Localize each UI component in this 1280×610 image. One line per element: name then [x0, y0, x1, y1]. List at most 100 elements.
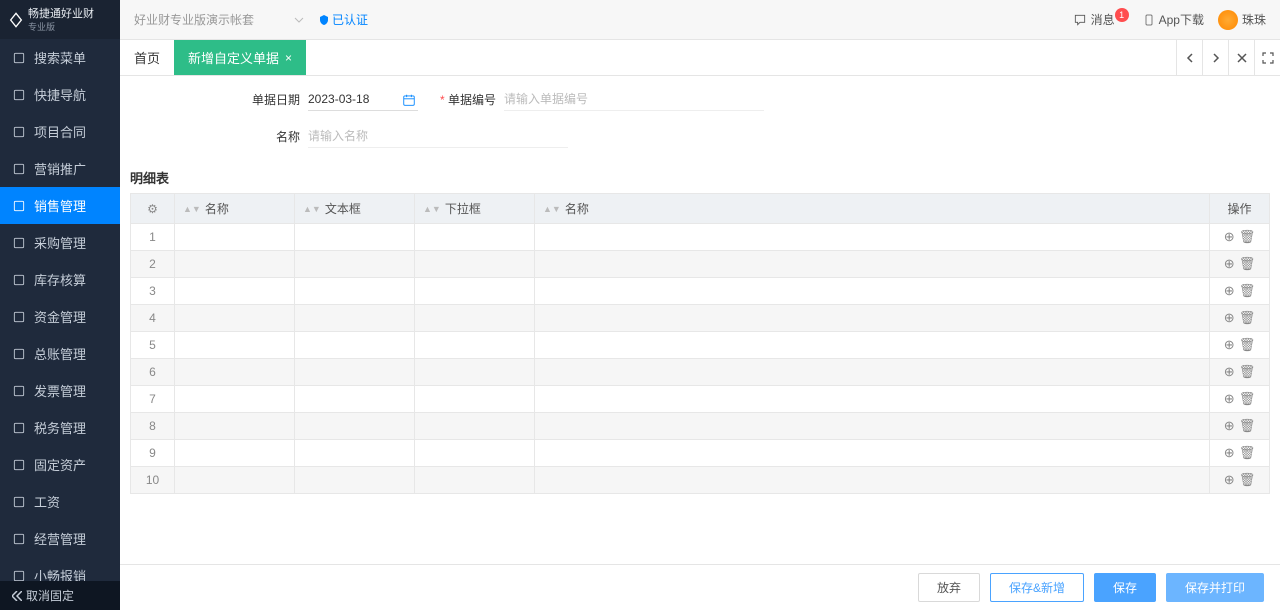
cell-name2[interactable] — [535, 386, 1210, 413]
cell-dropdown[interactable] — [415, 413, 535, 440]
header-settings[interactable]: ⚙ — [131, 194, 175, 224]
delete-row-icon[interactable]: 🗑 — [1239, 310, 1256, 325]
sidebar-item-manage[interactable]: 经营管理 — [0, 520, 120, 557]
add-row-icon[interactable]: ⊕ — [1224, 283, 1235, 298]
cell-textbox[interactable] — [295, 251, 415, 278]
cell-textbox[interactable] — [295, 413, 415, 440]
cell-dropdown[interactable] — [415, 386, 535, 413]
header-name2[interactable]: ▲▼名称 — [535, 194, 1210, 224]
calendar-icon[interactable] — [402, 93, 416, 107]
save-new-button[interactable]: 保存&新增 — [990, 573, 1084, 602]
cell-name1[interactable] — [175, 386, 295, 413]
cell-name1[interactable] — [175, 224, 295, 251]
add-row-icon[interactable]: ⊕ — [1224, 310, 1235, 325]
cell-textbox[interactable] — [295, 467, 415, 494]
table-row[interactable]: 9⊕🗑 — [131, 440, 1270, 467]
sidebar-item-reimburse[interactable]: 小畅报销 — [0, 557, 120, 581]
cell-name1[interactable] — [175, 467, 295, 494]
add-row-icon[interactable]: ⊕ — [1224, 418, 1235, 433]
sidebar-item-invoice[interactable]: 发票管理 — [0, 372, 120, 409]
cell-name1[interactable] — [175, 278, 295, 305]
table-row[interactable]: 1⊕🗑 — [131, 224, 1270, 251]
header-textbox[interactable]: ▲▼文本框 — [295, 194, 415, 224]
tab-home[interactable]: 首页 — [120, 40, 174, 75]
cell-name1[interactable] — [175, 440, 295, 467]
sidebar-item-salary[interactable]: 工资 — [0, 483, 120, 520]
cell-dropdown[interactable] — [415, 305, 535, 332]
sidebar-pin-toggle[interactable]: 取消固定 — [0, 581, 120, 610]
cell-name2[interactable] — [535, 467, 1210, 494]
cell-textbox[interactable] — [295, 359, 415, 386]
sidebar-item-wallet[interactable]: 资金管理 — [0, 298, 120, 335]
save-print-button[interactable]: 保存并打印 — [1166, 573, 1264, 602]
add-row-icon[interactable]: ⊕ — [1224, 337, 1235, 352]
table-row[interactable]: 8⊕🗑 — [131, 413, 1270, 440]
table-row[interactable]: 3⊕🗑 — [131, 278, 1270, 305]
cell-name2[interactable] — [535, 413, 1210, 440]
tab-close-all[interactable] — [1228, 40, 1254, 75]
cell-textbox[interactable] — [295, 332, 415, 359]
table-row[interactable]: 6⊕🗑 — [131, 359, 1270, 386]
table-row[interactable]: 10⊕🗑 — [131, 467, 1270, 494]
tab-active[interactable]: 新增自定义单据 × — [174, 40, 306, 75]
code-input[interactable] — [504, 88, 764, 111]
cell-dropdown[interactable] — [415, 251, 535, 278]
delete-row-icon[interactable]: 🗑 — [1239, 337, 1256, 352]
messages-button[interactable]: 消息 1 — [1073, 11, 1129, 28]
cell-name1[interactable] — [175, 305, 295, 332]
sidebar-item-warehouse[interactable]: 库存核算 — [0, 261, 120, 298]
cell-name2[interactable] — [535, 332, 1210, 359]
cell-textbox[interactable] — [295, 278, 415, 305]
add-row-icon[interactable]: ⊕ — [1224, 229, 1235, 244]
sidebar-item-ledger[interactable]: 总账管理 — [0, 335, 120, 372]
discard-button[interactable]: 放弃 — [918, 573, 980, 602]
cell-textbox[interactable] — [295, 440, 415, 467]
header-dropdown[interactable]: ▲▼下拉框 — [415, 194, 535, 224]
cell-dropdown[interactable] — [415, 278, 535, 305]
cell-dropdown[interactable] — [415, 440, 535, 467]
header-name1[interactable]: ▲▼名称 — [175, 194, 295, 224]
cell-name2[interactable] — [535, 251, 1210, 278]
sidebar-item-search[interactable]: 搜索菜单 — [0, 39, 120, 76]
cell-name2[interactable] — [535, 278, 1210, 305]
cell-textbox[interactable] — [295, 224, 415, 251]
add-row-icon[interactable]: ⊕ — [1224, 256, 1235, 271]
cell-name2[interactable] — [535, 359, 1210, 386]
cell-name1[interactable] — [175, 359, 295, 386]
cell-dropdown[interactable] — [415, 224, 535, 251]
add-row-icon[interactable]: ⊕ — [1224, 445, 1235, 460]
delete-row-icon[interactable]: 🗑 — [1239, 391, 1256, 406]
tab-prev[interactable] — [1176, 40, 1202, 75]
cell-textbox[interactable] — [295, 305, 415, 332]
account-selector[interactable]: 好业财专业版演示帐套 — [134, 11, 304, 28]
close-icon[interactable]: × — [285, 51, 292, 65]
tab-next[interactable] — [1202, 40, 1228, 75]
cell-textbox[interactable] — [295, 386, 415, 413]
delete-row-icon[interactable]: 🗑 — [1239, 283, 1256, 298]
cell-name2[interactable] — [535, 440, 1210, 467]
sidebar-item-inbox[interactable]: 采购管理 — [0, 224, 120, 261]
cell-name1[interactable] — [175, 413, 295, 440]
sidebar-item-cart[interactable]: 销售管理 — [0, 187, 120, 224]
delete-row-icon[interactable]: 🗑 — [1239, 364, 1256, 379]
cell-dropdown[interactable] — [415, 359, 535, 386]
sidebar-item-document[interactable]: 项目合同 — [0, 113, 120, 150]
table-row[interactable]: 2⊕🗑 — [131, 251, 1270, 278]
name-input[interactable] — [308, 125, 568, 148]
delete-row-icon[interactable]: 🗑 — [1239, 472, 1256, 487]
sidebar-item-tax[interactable]: 税务管理 — [0, 409, 120, 446]
sidebar-item-megaphone[interactable]: 营销推广 — [0, 150, 120, 187]
cell-name2[interactable] — [535, 305, 1210, 332]
add-row-icon[interactable]: ⊕ — [1224, 472, 1235, 487]
save-button[interactable]: 保存 — [1094, 573, 1156, 602]
add-row-icon[interactable]: ⊕ — [1224, 391, 1235, 406]
cell-dropdown[interactable] — [415, 332, 535, 359]
sidebar-item-home[interactable]: 快捷导航 — [0, 76, 120, 113]
delete-row-icon[interactable]: 🗑 — [1239, 445, 1256, 460]
cell-name1[interactable] — [175, 251, 295, 278]
cell-name1[interactable] — [175, 332, 295, 359]
table-row[interactable]: 4⊕🗑 — [131, 305, 1270, 332]
add-row-icon[interactable]: ⊕ — [1224, 364, 1235, 379]
table-row[interactable]: 7⊕🗑 — [131, 386, 1270, 413]
sidebar-item-asset[interactable]: 固定资产 — [0, 446, 120, 483]
